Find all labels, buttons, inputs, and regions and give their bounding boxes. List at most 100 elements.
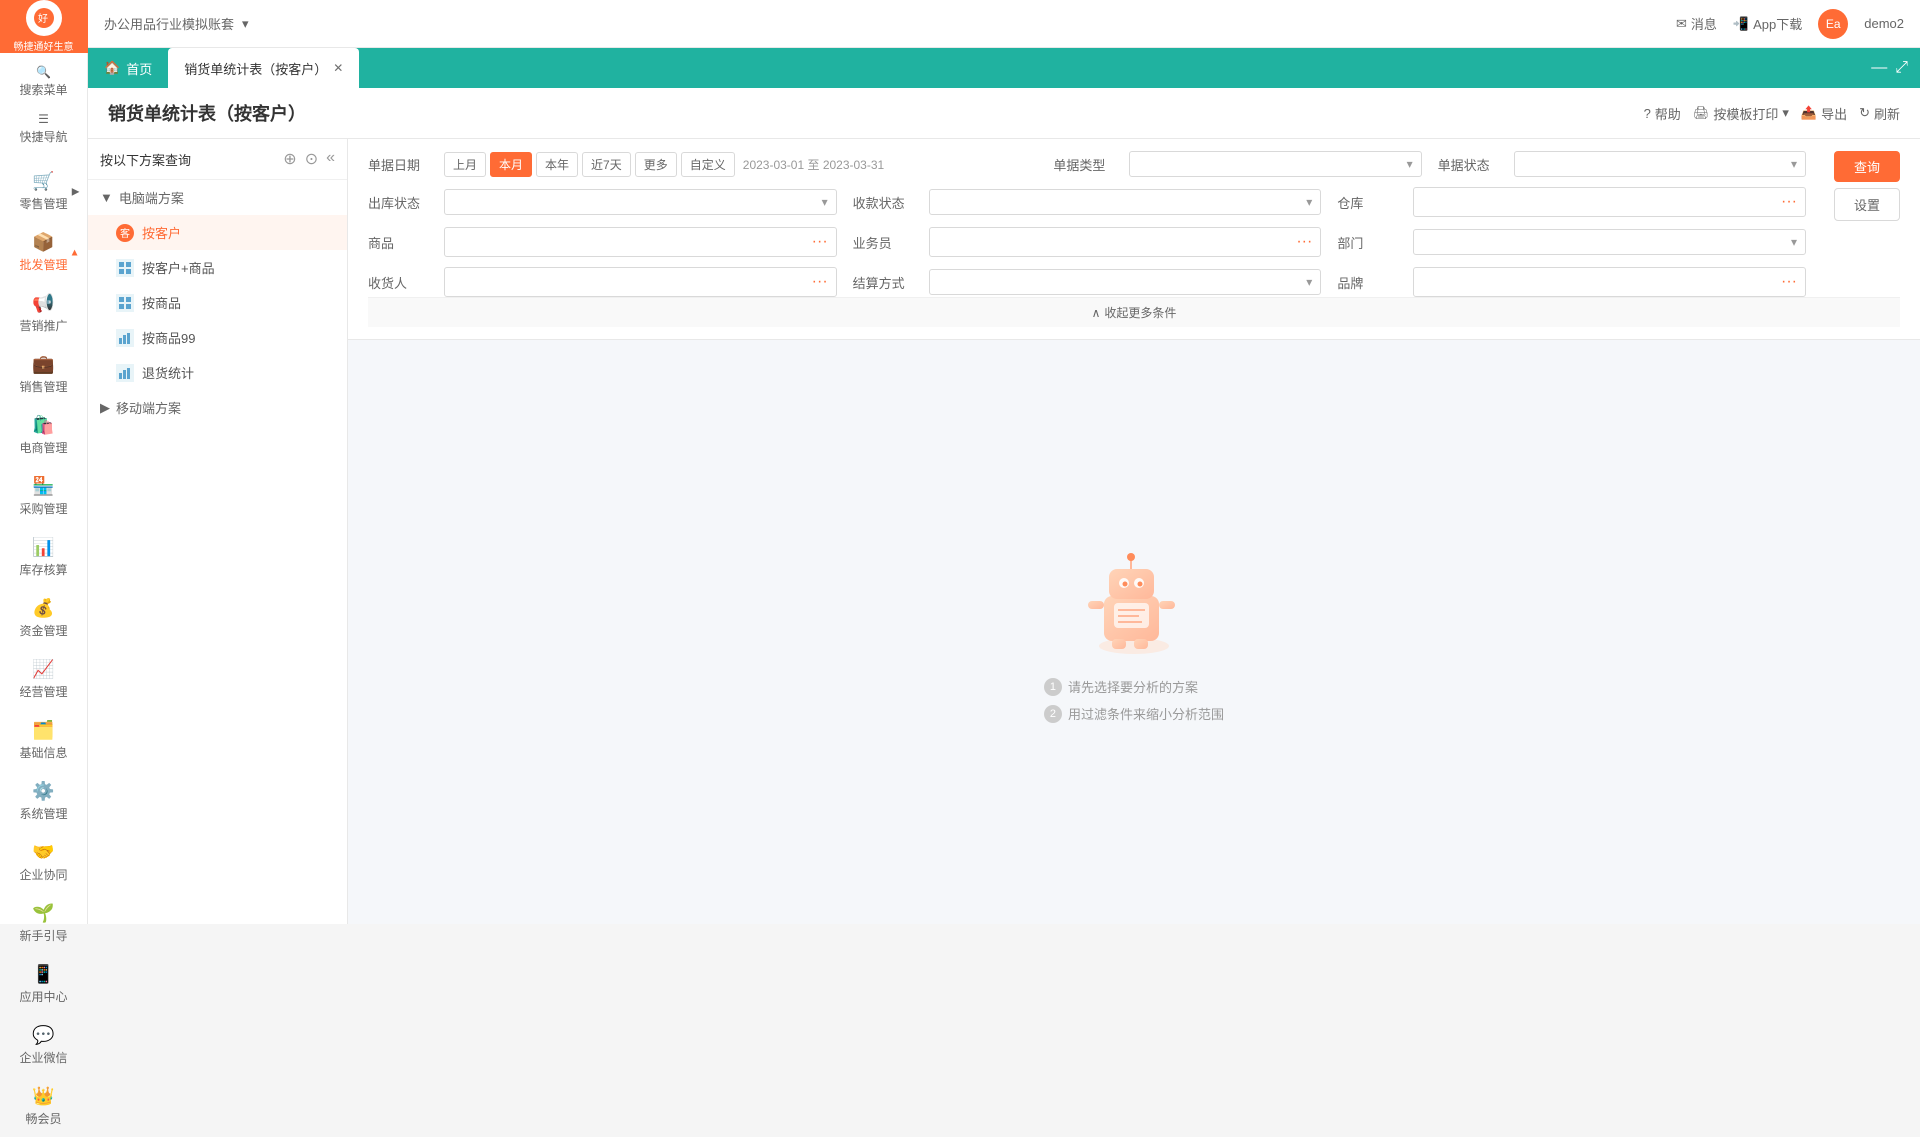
- sidebar-item-basic-label: 基础信息: [19, 744, 67, 761]
- page-selector-arrow[interactable]: ▾: [242, 16, 249, 32]
- date-btn-this-year[interactable]: 本年: [536, 152, 578, 177]
- tab-minimize-btn[interactable]: —: [1871, 59, 1887, 77]
- sidebar-item-member[interactable]: 👑 畅会员: [0, 1076, 88, 1137]
- warehouse-select[interactable]: ···: [1413, 187, 1806, 217]
- scheme-group-mobile: ▶ 移动端方案: [88, 390, 347, 425]
- scheme-item-by-customer-product[interactable]: 按客户+商品: [88, 250, 347, 285]
- scheme-group-desktop: ▼ 电脑端方案 客 按客户 按客户+商品: [88, 180, 347, 390]
- scheme-group-desktop-header[interactable]: ▼ 电脑端方案: [88, 180, 347, 215]
- payment-method-select[interactable]: ▾: [929, 269, 1322, 295]
- date-btn-custom[interactable]: 自定义: [681, 152, 735, 177]
- page-selector-label[interactable]: 办公用品行业模拟账套: [104, 14, 234, 33]
- doc-type-arrow: ▾: [1407, 157, 1413, 171]
- search-menu[interactable]: 🔍 搜索菜单: [19, 53, 67, 106]
- wechat-icon: 💬: [32, 1025, 54, 1046]
- message-btn[interactable]: ✉ 消息: [1676, 14, 1717, 33]
- help-btn[interactable]: ? 帮助: [1644, 104, 1681, 123]
- payment-status-select[interactable]: ▾: [929, 189, 1322, 215]
- tab-sales-stat[interactable]: 销货单统计表（按客户） ✕: [168, 48, 359, 88]
- tip-2-text: 用过滤条件来缩小分析范围: [1068, 704, 1224, 723]
- refresh-btn[interactable]: ↻ 刷新: [1859, 104, 1900, 123]
- panels: 按以下方案查询 ⊕ ⊙ « ▼ 电脑端方案 客 按客户: [88, 139, 1920, 924]
- payment-method-arrow: ▾: [1306, 275, 1312, 289]
- product-label: 商品: [368, 233, 428, 252]
- sidebar-item-wholesale-label: 批发管理: [19, 256, 67, 273]
- scheme-settings-btn[interactable]: ⊙: [305, 149, 318, 169]
- brand-dots: ···: [1781, 273, 1797, 291]
- scheme-item-by-customer[interactable]: 客 按客户: [88, 215, 347, 250]
- empty-tip-1: 1 请先选择要分析的方案: [1044, 677, 1224, 696]
- query-btn[interactable]: 查询: [1834, 151, 1900, 182]
- date-btn-last-month[interactable]: 上月: [444, 152, 486, 177]
- sidebar-item-finance[interactable]: 💰 资金管理: [0, 588, 88, 649]
- sidebar-item-coop-label: 企业协同: [19, 866, 67, 883]
- salesperson-label: 业务员: [853, 233, 913, 252]
- app-subtitle: 畅捷通好生意: [14, 38, 74, 53]
- doc-status-select[interactable]: ▾: [1514, 151, 1806, 177]
- sidebar-item-inventory[interactable]: 📊 库存核算: [0, 527, 88, 588]
- app-download-btn[interactable]: 📲 App下载: [1733, 14, 1802, 33]
- scheme-item-return-stat-label: 退货统计: [142, 363, 194, 382]
- message-label: 消息: [1691, 14, 1717, 33]
- user-name[interactable]: demo2: [1864, 16, 1904, 31]
- scheme-item-by-product-99-label: 按商品99: [142, 328, 195, 347]
- doc-status-label: 单据状态: [1438, 155, 1498, 174]
- app-download-label: App下载: [1753, 14, 1802, 33]
- scheme-item-return-stat[interactable]: 退货统计: [88, 355, 347, 390]
- product-dots: ···: [812, 233, 828, 251]
- consignee-dots: ···: [812, 273, 828, 291]
- avatar[interactable]: Ea: [1818, 9, 1848, 39]
- payment-status-label: 收款状态: [853, 193, 913, 212]
- sidebar-item-wholesale[interactable]: 📦 批发管理 ▲: [0, 222, 88, 283]
- tip-1-text: 请先选择要分析的方案: [1068, 677, 1198, 696]
- brand-select[interactable]: ···: [1413, 267, 1806, 297]
- query-buttons: 查询 设置: [1834, 151, 1900, 221]
- department-select[interactable]: ▾: [1413, 229, 1806, 255]
- sidebar-item-purchase[interactable]: 🏪 采购管理: [0, 466, 88, 527]
- scheme-item-by-product[interactable]: 按商品: [88, 285, 347, 320]
- sidebar-item-marketing[interactable]: 📢 营销推广: [0, 283, 88, 344]
- tab-close-btn[interactable]: ✕: [333, 61, 343, 75]
- scheme-add-btn[interactable]: ⊕: [283, 149, 296, 169]
- doc-type-select[interactable]: ▾: [1129, 151, 1421, 177]
- consignee-select[interactable]: ···: [444, 267, 837, 297]
- scheme-header: 按以下方案查询 ⊕ ⊙ «: [88, 139, 347, 180]
- sidebar-item-retail[interactable]: 🛒 零售管理 ▶: [0, 161, 88, 222]
- sidebar-item-sales[interactable]: 💼 销售管理: [0, 344, 88, 405]
- date-btn-this-month[interactable]: 本月: [490, 152, 532, 177]
- warehouse-label: 仓库: [1337, 193, 1397, 212]
- scheme-group-mobile-header[interactable]: ▶ 移动端方案: [88, 390, 347, 425]
- inventory-icon: 📊: [32, 537, 54, 558]
- scheme-item-by-product-99[interactable]: 按商品99: [88, 320, 347, 355]
- date-btn-last-7-days[interactable]: 近7天: [582, 152, 631, 177]
- settings-btn[interactable]: 设置: [1834, 188, 1900, 221]
- collapse-btn[interactable]: ∧ 收起更多条件: [368, 297, 1900, 327]
- tab-home[interactable]: 🏠 首页: [88, 48, 168, 88]
- date-btn-more[interactable]: 更多: [635, 152, 677, 177]
- tab-maximize-btn[interactable]: ⤢: [1895, 59, 1908, 77]
- quick-nav[interactable]: ☰ 快捷导航: [19, 106, 67, 153]
- product-select[interactable]: ···: [444, 227, 837, 257]
- sidebar-item-coop[interactable]: 🤝 企业协同: [0, 832, 88, 893]
- sidebar-item-operation[interactable]: 📈 经营管理: [0, 649, 88, 710]
- mobile-group-label: 移动端方案: [116, 398, 181, 417]
- ship-status-select[interactable]: ▾: [444, 189, 837, 215]
- collapse-label: 收起更多条件: [1104, 304, 1176, 321]
- sidebar-item-basic[interactable]: 🗂️ 基础信息: [0, 710, 88, 771]
- sidebar-item-inventory-label: 库存核算: [19, 561, 67, 578]
- sidebar-item-wechat[interactable]: 💬 企业微信: [0, 1015, 88, 1076]
- salesperson-select[interactable]: ···: [929, 227, 1322, 257]
- print-btn[interactable]: 🖨 按模板打印 ▾: [1693, 104, 1789, 123]
- sidebar-item-ecommerce[interactable]: 🛍️ 电商管理: [0, 405, 88, 466]
- top-header: 办公用品行业模拟账套 ▾ ✉ 消息 📲 App下载 Ea demo2: [88, 0, 1920, 48]
- sidebar-item-system[interactable]: ⚙️ 系统管理: [0, 771, 88, 832]
- by-customer-icon: 客: [116, 224, 134, 242]
- by-customer-product-icon: [116, 259, 134, 277]
- purchase-icon: 🏪: [32, 476, 54, 497]
- sidebar-item-marketing-label: 营销推广: [19, 317, 67, 334]
- scheme-collapse-btn[interactable]: «: [326, 149, 335, 169]
- export-btn[interactable]: 📤 导出: [1801, 104, 1847, 123]
- sidebar-item-wechat-label: 企业微信: [19, 1049, 67, 1066]
- sidebar-item-appstore[interactable]: 📱 应用中心: [0, 954, 88, 1015]
- empty-tip-2: 2 用过滤条件来缩小分析范围: [1044, 704, 1224, 723]
